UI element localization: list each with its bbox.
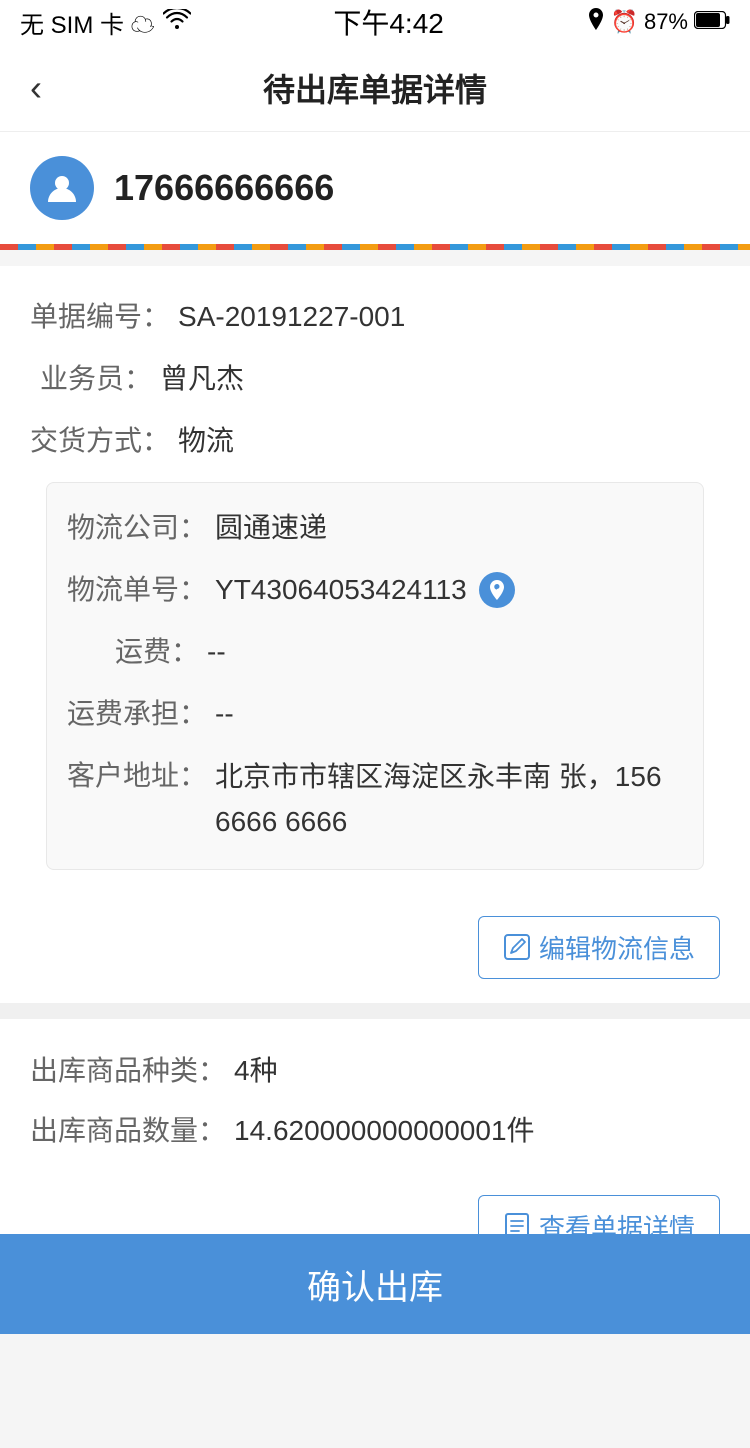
edit-btn-row: 编辑物流信息 [0,900,750,1003]
goods-quantity-label: 出库商品数量： [30,1109,234,1149]
salesman-row: 业务员： 曾凡杰 [30,358,720,400]
freight-row: 运费： -- [67,631,683,673]
logistics-tracking-value: YT43064053424113 [215,569,683,611]
confirm-outbound-button[interactable]: 确认出库 [0,1234,750,1334]
page-title: 待出库单据详情 [263,65,487,111]
no-sim-label: 无 SIM 卡 ☁ [20,5,155,40]
order-no-value: SA-20191227-001 [178,296,720,338]
location-status-icon [587,8,605,36]
battery-label: 87% [644,9,688,35]
delivery-value: 物流 [178,420,720,462]
freight-bear-value: -- [215,693,683,735]
goods-types-value: 4种 [234,1049,278,1089]
battery-icon [694,9,730,35]
logistics-company-value: 圆通速递 [215,507,683,549]
freight-bear-row: 运费承担： -- [67,693,683,735]
salesman-label: 业务员： [30,358,160,400]
logistics-tracking-label: 物流单号： [67,569,215,611]
back-button[interactable]: ‹ [30,67,42,109]
edit-logistics-label: 编辑物流信息 [539,929,695,966]
goods-quantity-value: 14.620000000000001件 [234,1109,535,1149]
logistics-company-row: 物流公司： 圆通速递 [67,507,683,549]
edit-icon [503,933,531,961]
delivery-label: 交货方式： [30,420,178,462]
nav-bar: ‹ 待出库单据详情 [0,44,750,132]
order-no-label: 单据编号： [30,296,178,338]
goods-types-label: 出库商品种类： [30,1049,234,1089]
confirm-btn-label: 确认出库 [307,1260,443,1309]
edit-logistics-button[interactable]: 编辑物流信息 [478,916,720,979]
order-no-row: 单据编号： SA-20191227-001 [30,296,720,338]
customer-section: 17666666666 [0,132,750,244]
status-bar: 无 SIM 卡 ☁ 下午4:42 ⏰ 87% [0,0,750,44]
status-time: 下午4:42 [333,2,444,42]
section-divider [0,1003,750,1019]
logistics-tracking-row: 物流单号： YT43064053424113 [67,569,683,611]
goods-section: 出库商品种类： 4种 出库商品数量： 14.620000000000001件 [0,1019,750,1179]
status-left: 无 SIM 卡 ☁ [20,5,191,40]
freight-value: -- [207,631,683,673]
deco-line [0,244,750,250]
delivery-row: 交货方式： 物流 [30,420,720,462]
goods-types-row: 出库商品种类： 4种 [30,1049,720,1089]
order-info-section: 单据编号： SA-20191227-001 业务员： 曾凡杰 交货方式： 物流 … [0,266,750,900]
wifi-icon [163,8,191,36]
logistics-company-label: 物流公司： [67,507,215,549]
freight-bear-label: 运费承担： [67,693,215,735]
address-value: 北京市市辖区海淀区永丰南 张，156 6666 6666 [215,755,683,845]
address-label: 客户地址： [67,755,215,797]
freight-label: 运费： [67,631,207,673]
address-row: 客户地址： 北京市市辖区海淀区永丰南 张，156 6666 6666 [67,755,683,845]
avatar [30,156,94,220]
alarm-icon: ⏰ [611,9,638,35]
logistics-box: 物流公司： 圆通速递 物流单号： YT43064053424113 运费： --… [46,482,704,870]
status-right: ⏰ 87% [587,8,730,36]
salesman-value: 曾凡杰 [160,358,720,400]
customer-phone: 17666666666 [114,167,334,209]
goods-quantity-row: 出库商品数量： 14.620000000000001件 [30,1109,720,1149]
